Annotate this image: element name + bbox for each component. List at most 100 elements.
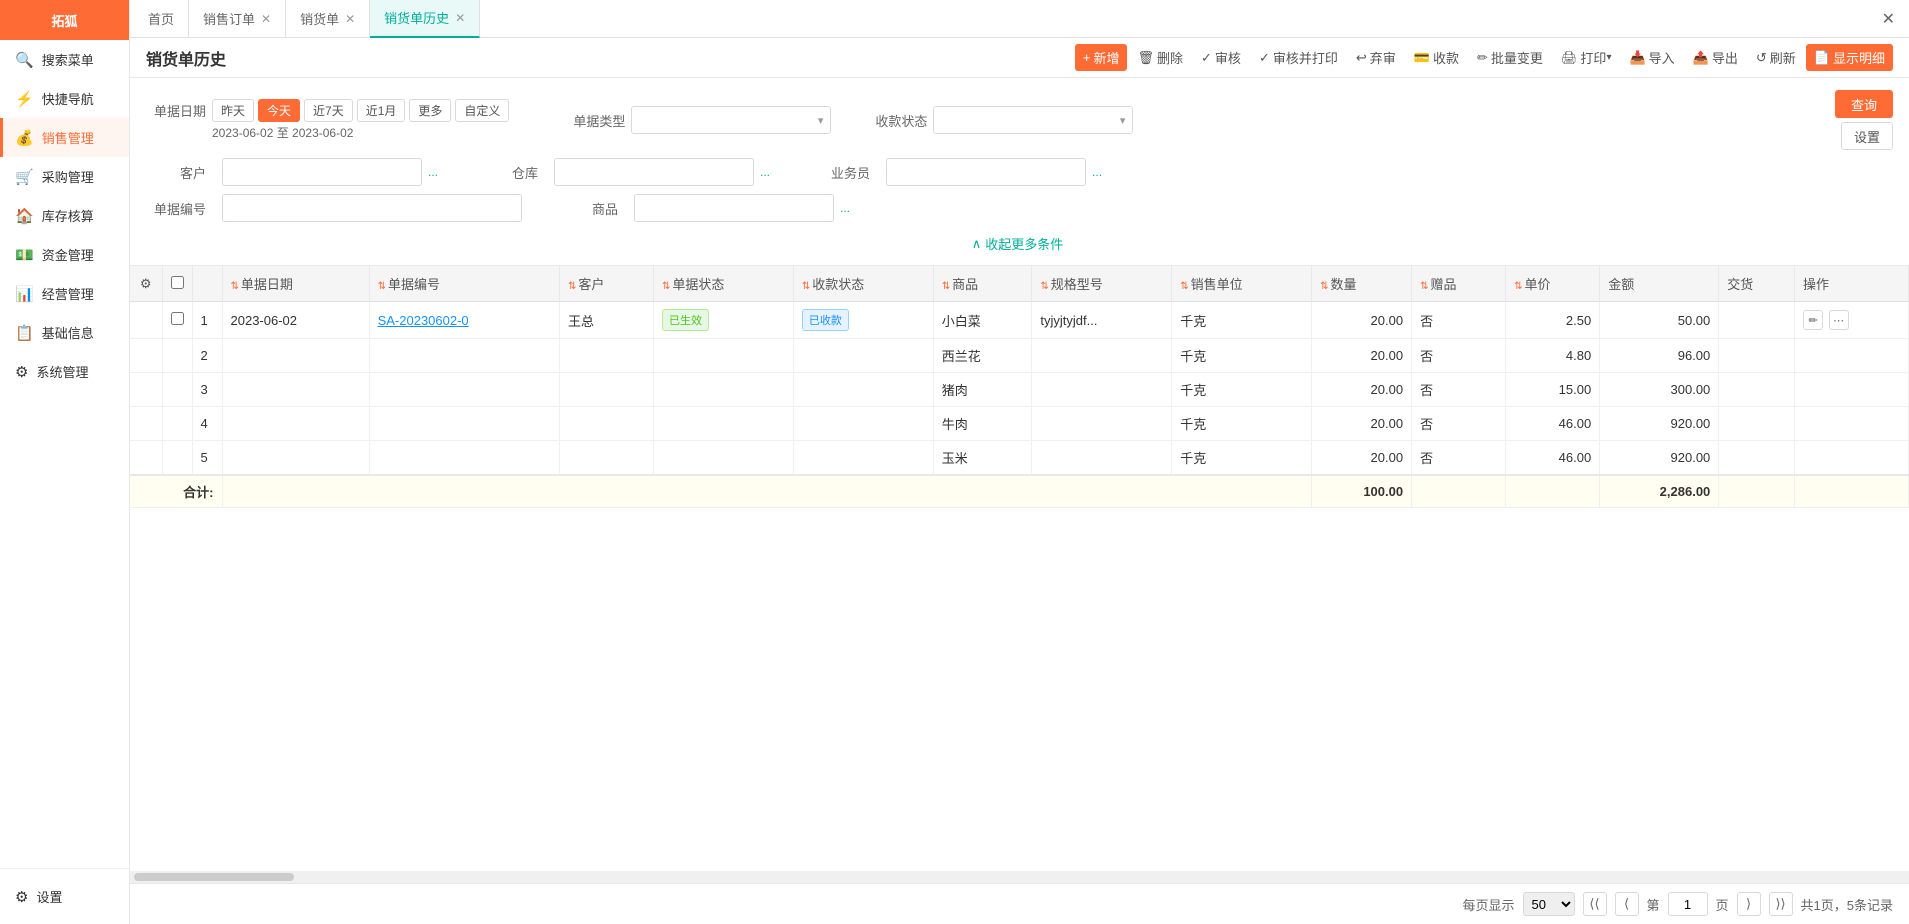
tab-sales-goods[interactable]: 销货单✕ [286,0,370,38]
tab-bar-close-btn[interactable]: ✕ [1872,9,1905,29]
toolbar-approve-btn[interactable]: ✓审核 [1193,44,1249,71]
date-label: 单据日期 [146,101,206,120]
row-docnum[interactable] [369,407,559,441]
sales-mgmt-icon: 💰 [15,129,34,147]
toolbar-export-btn[interactable]: 📤导出 [1685,44,1746,71]
row-date [222,339,369,373]
col-gift[interactable]: ⇅赠品 [1412,266,1506,302]
row-trade [1719,339,1795,373]
col-paymentstatus[interactable]: ⇅收款状态 [793,266,933,302]
toolbar: 销货单历史 +新增🗑删除✓审核✓审核并打印↩弃审💳收款✏批量变更🖨打印📥导入📤导… [130,38,1909,78]
row-docnum[interactable] [369,373,559,407]
col-spec[interactable]: ⇅规格型号 [1032,266,1172,302]
summary-total-qty: 100.00 [1312,475,1412,508]
filter-settings-button[interactable]: 设置 [1841,122,1893,150]
row-docnum[interactable] [369,339,559,373]
toolbar-refresh-btn[interactable]: ↺刷新 [1748,44,1804,71]
date-btn-custom[interactable]: 自定义 [455,99,509,122]
sidebar-item-system-mgmt[interactable]: ⚙ 系统管理 [0,352,129,391]
col-checkbox[interactable] [162,266,192,302]
customer-input[interactable] [222,158,422,186]
customer-ellipsis[interactable]: ... [424,165,442,179]
tab-sales-order-close[interactable]: ✕ [261,12,271,26]
salesperson-input[interactable] [886,158,1086,186]
sidebar-item-search[interactable]: 🔍 搜索菜单 [0,40,129,79]
toolbar-new-btn[interactable]: +新增 [1075,44,1128,71]
collapse-conditions-btn[interactable]: ∧ 收起更多条件 [146,230,1893,257]
toolbar-abandon-btn[interactable]: ↩弃审 [1348,44,1404,71]
doc-num-link[interactable]: SA-20230602-0 [378,313,469,328]
toolbar-show-details-btn[interactable]: 📄显示明细 [1806,44,1893,71]
sidebar-item-finance[interactable]: 💵 资金管理 [0,235,129,274]
row-checkbox-cell[interactable] [162,302,192,339]
toolbar-approve-print-btn[interactable]: ✓审核并打印 [1251,44,1346,71]
row-checkbox-cell[interactable] [162,339,192,373]
scrollbar-thumb[interactable] [134,873,294,881]
more-action-btn[interactable]: ⋯ [1829,310,1849,330]
doc-type-select[interactable] [631,106,831,134]
edit-action-btn[interactable]: ✏ [1803,310,1823,330]
row-docnum[interactable] [369,441,559,476]
sidebar-item-quick-nav[interactable]: ⚡ 快捷导航 [0,79,129,118]
row-checkbox-cell[interactable] [162,441,192,476]
row-date [222,441,369,476]
row-unitprice: 46.00 [1506,407,1600,441]
sidebar-item-inventory[interactable]: 🏠 库存核算 [0,196,129,235]
sidebar-item-sales-mgmt[interactable]: 💰 销售管理 [0,118,129,157]
row-amount: 300.00 [1600,373,1719,407]
table-row: 4 牛肉 千克 20.00 否 46.00 920.00 [130,407,1909,441]
select-all-checkbox[interactable] [171,276,184,289]
row-actions [1795,407,1909,441]
date-btn-1month[interactable]: 近1月 [357,99,406,122]
query-button[interactable]: 查询 [1835,90,1893,118]
toolbar-delete-btn[interactable]: 🗑删除 [1129,44,1191,71]
col-docnum[interactable]: ⇅单据编号 [369,266,559,302]
row-checkbox-cell[interactable] [162,373,192,407]
date-btn-7days[interactable]: 近7天 [304,99,353,122]
warehouse-input[interactable] [554,158,754,186]
doc-number-input[interactable] [222,194,522,222]
col-unitprice[interactable]: ⇅单价 [1506,266,1600,302]
col-docstatus[interactable]: ⇅单据状态 [654,266,794,302]
date-btn-yesterday[interactable]: 昨天 [212,99,254,122]
payment-status-select[interactable] [933,106,1133,134]
row-unit: 千克 [1172,441,1312,476]
horizontal-scrollbar[interactable] [130,871,1909,883]
col-customer[interactable]: ⇅客户 [559,266,653,302]
row-checkbox-cell[interactable] [162,407,192,441]
sidebar-item-settings[interactable]: ⚙ 设置 [0,877,129,916]
tab-sales-history-close[interactable]: ✕ [455,11,465,25]
goods-input[interactable] [634,194,834,222]
sidebar-item-basic-info[interactable]: 📋 基础信息 [0,313,129,352]
sidebar-item-purchase-mgmt[interactable]: 🛒 采购管理 [0,157,129,196]
toolbar-batch-change-btn[interactable]: ✏批量变更 [1469,44,1551,71]
col-settings[interactable]: ⚙ [130,266,162,302]
page-last-btn[interactable]: ⟩⟩ [1769,892,1793,916]
page-first-btn[interactable]: ⟨⟨ [1583,892,1607,916]
date-btn-more[interactable]: 更多 [409,99,451,122]
tab-sales-history[interactable]: 销货单历史✕ [370,0,480,38]
row-docnum[interactable]: SA-20230602-0 [369,302,559,339]
sidebar-item-operations-label: 经营管理 [42,284,94,303]
sidebar-item-operations[interactable]: 📊 经营管理 [0,274,129,313]
col-goods[interactable]: ⇅商品 [933,266,1032,302]
col-qty[interactable]: ⇅数量 [1312,266,1412,302]
col-date[interactable]: ⇅单据日期 [222,266,369,302]
goods-ellipsis[interactable]: ... [836,201,854,215]
toolbar-import-btn[interactable]: 📥导入 [1621,44,1682,71]
per-page-select[interactable]: 50 10 20 100 [1523,892,1575,916]
tab-home[interactable]: 首页 [134,0,189,38]
tab-sales-order[interactable]: 销售订单✕ [189,0,286,38]
col-unit[interactable]: ⇅销售单位 [1172,266,1312,302]
page-number-input[interactable] [1668,892,1708,916]
tab-sales-goods-close[interactable]: ✕ [345,12,355,26]
salesperson-ellipsis[interactable]: ... [1088,165,1106,179]
row-checkbox[interactable] [171,312,184,325]
page-prev-btn[interactable]: ⟨ [1615,892,1639,916]
toolbar-print-btn[interactable]: 🖨打印 [1553,44,1620,71]
toolbar-collect-btn[interactable]: 💳收款 [1406,44,1467,71]
row-customer [559,339,653,373]
page-next-btn[interactable]: ⟩ [1737,892,1761,916]
warehouse-ellipsis[interactable]: ... [756,165,774,179]
date-btn-today[interactable]: 今天 [258,99,300,122]
